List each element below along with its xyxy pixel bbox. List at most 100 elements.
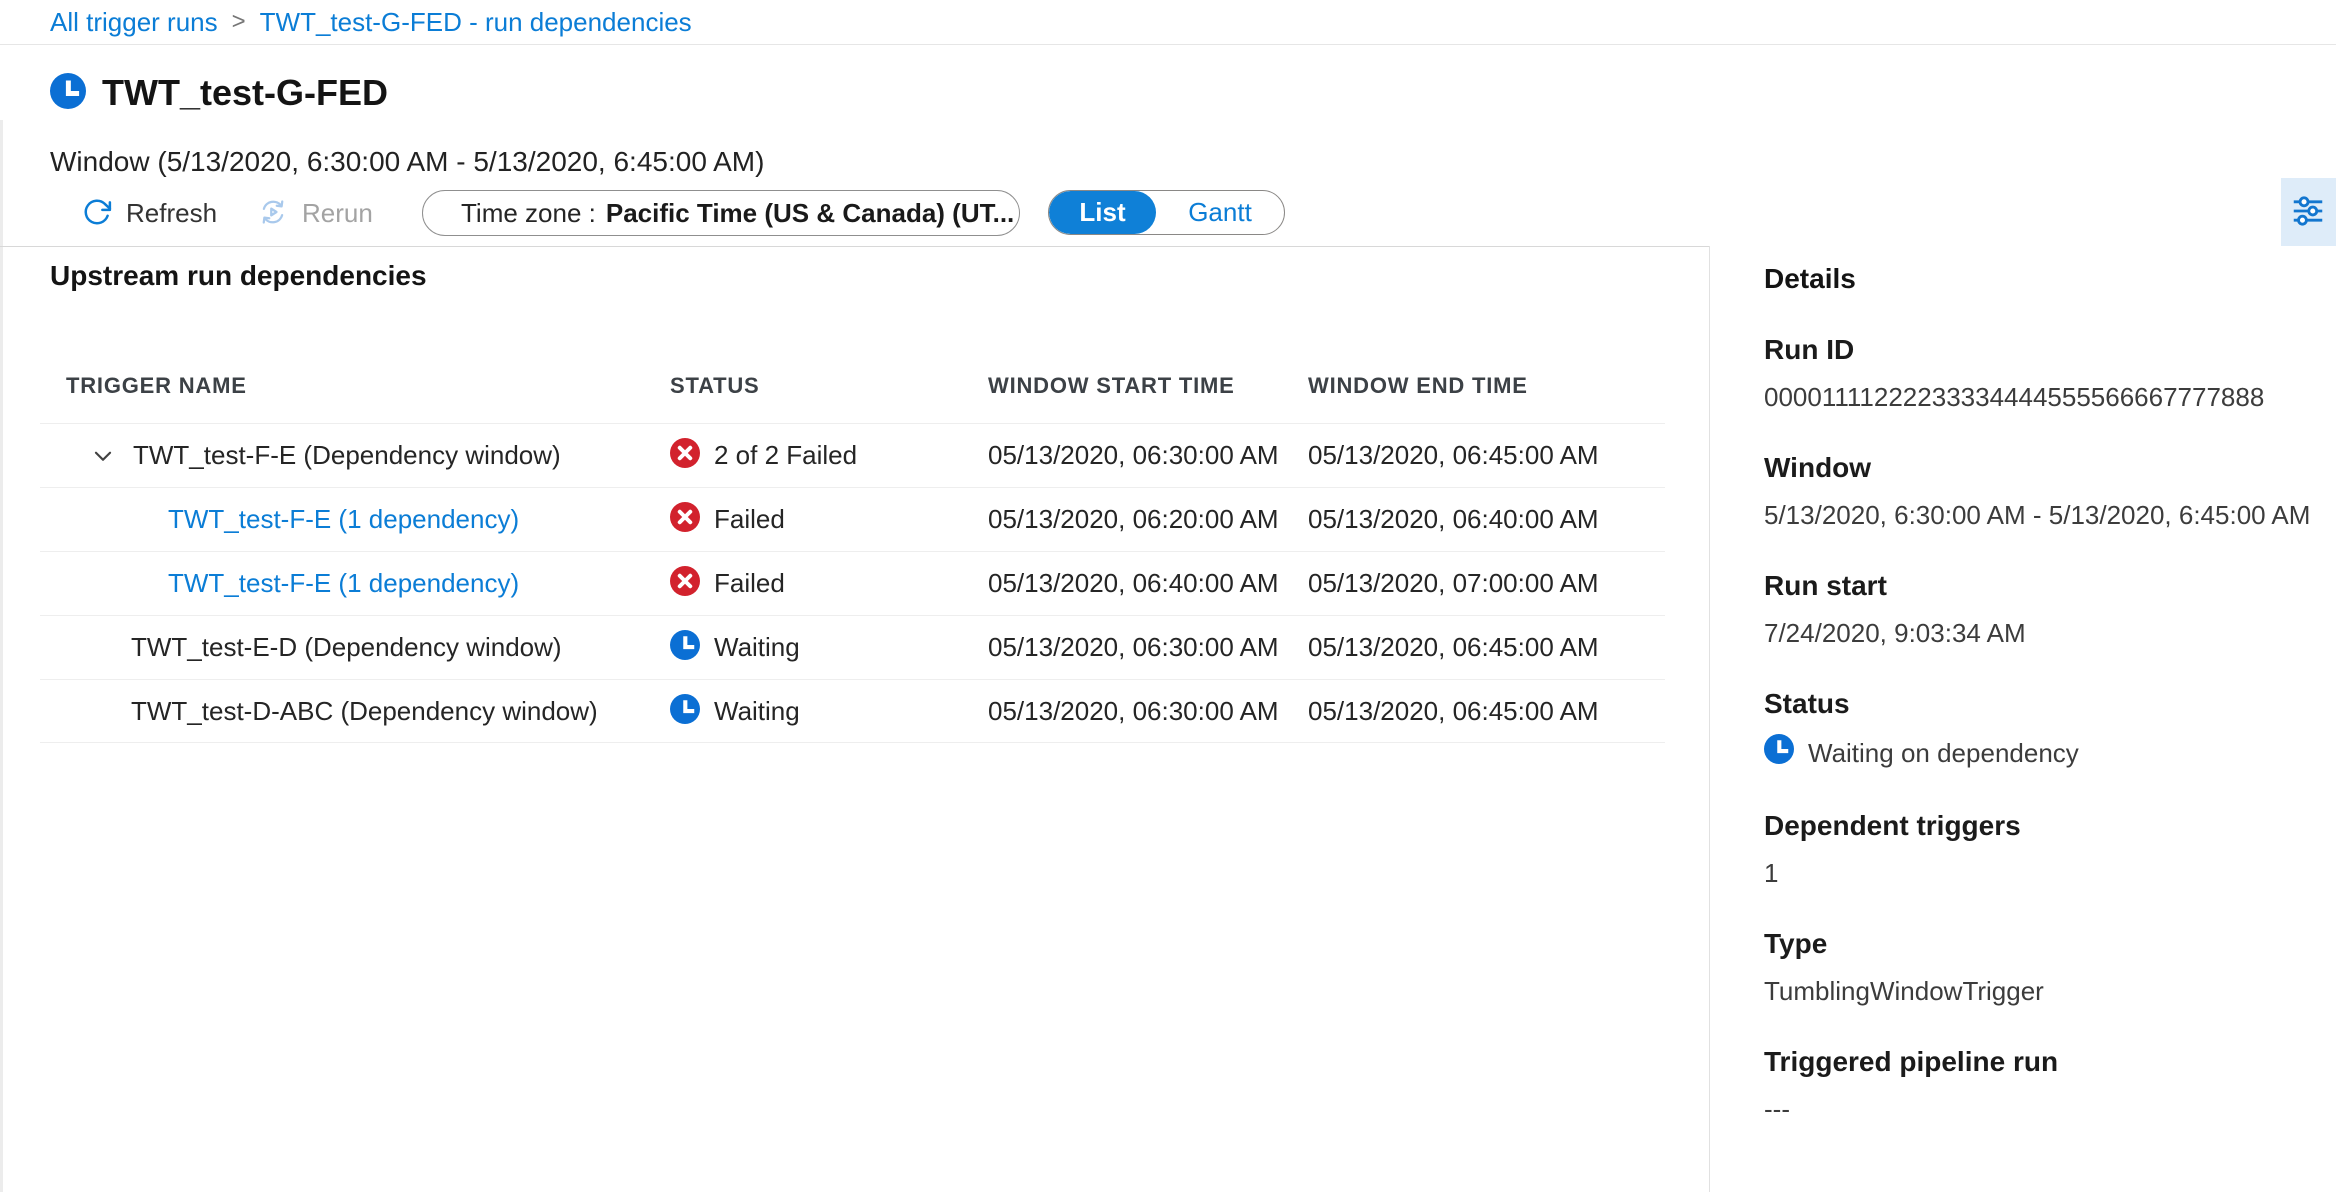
- status-waiting-icon: [1764, 734, 1794, 772]
- rerun-icon: [258, 197, 288, 230]
- trigger-name: TWT_test-F-E (Dependency window): [133, 440, 561, 470]
- rerun-button[interactable]: Rerun: [258, 190, 373, 236]
- details-heading: Details: [1764, 263, 1856, 294]
- details-field-label: Run start: [1764, 570, 1887, 601]
- details-field: Type TumblingWindowTrigger: [1764, 927, 2318, 1008]
- trigger-name-cell: TWT_test-F-E (1 dependency): [40, 568, 670, 599]
- window-start-time: 05/13/2020, 06:30:00 AM: [988, 632, 1279, 662]
- status-waiting-icon: [670, 693, 700, 729]
- breadcrumb-separator: >: [231, 8, 246, 35]
- details-field-value: ---: [1764, 1092, 2318, 1126]
- section-heading: Upstream run dependencies: [50, 260, 427, 291]
- panel-edge-divider: [0, 120, 3, 1192]
- details-field-text: 1: [1764, 858, 1779, 888]
- timezone-dropdown[interactable]: Time zone : Pacific Time (US & Canada) (…: [422, 190, 1020, 236]
- details-field: Dependent triggers 1: [1764, 809, 2318, 890]
- status-failed-icon: [670, 566, 700, 601]
- table-row: TWT_test-D-ABC (Dependency window) Waitin…: [40, 679, 1665, 743]
- column-settings-button[interactable]: [2281, 178, 2336, 246]
- window-start-time: 05/13/2020, 06:30:00 AM: [988, 440, 1279, 470]
- details-field-text: 7/24/2020, 9:03:34 AM: [1764, 618, 2026, 648]
- refresh-button[interactable]: Refresh: [82, 190, 217, 236]
- status-text: Failed: [714, 504, 785, 534]
- window-start-time: 05/13/2020, 06:20:00 AM: [988, 504, 1279, 534]
- timezone-value: Pacific Time (US & Canada) (UT...: [605, 197, 1015, 228]
- details-field-value: 00001111222233334444555566667777888: [1764, 380, 2318, 414]
- window-end-time: 05/13/2020, 06:45:00 AM: [1308, 440, 1599, 470]
- tumbling-window-clock-icon: [50, 72, 86, 114]
- window-end-time: 05/13/2020, 07:00:00 AM: [1308, 568, 1599, 598]
- details-field-label: Run ID: [1764, 334, 1855, 365]
- details-field-label: Status: [1764, 688, 1850, 719]
- page-header: TWT_test-G-FED: [50, 72, 388, 114]
- col-header-status: STATUS: [670, 372, 760, 398]
- status-cell: Waiting: [670, 630, 988, 665]
- trigger-name: TWT_test-D-ABC (Dependency window): [131, 695, 598, 726]
- details-field: Run ID 0000111122223333444455556666777788…: [1764, 333, 2318, 414]
- trigger-name-cell: TWT_test-E-D (Dependency window): [40, 632, 670, 663]
- details-field-label: Type: [1764, 928, 1828, 959]
- refresh-icon: [82, 197, 112, 230]
- trigger-name-link[interactable]: TWT_test-F-E (1 dependency): [168, 568, 519, 599]
- details-field-text: 00001111222233334444555566667777888: [1764, 382, 2265, 412]
- table-row: TWT_test-F-E (1 dependency) Failed 05/13/2…: [40, 487, 1665, 551]
- details-field-value: TumblingWindowTrigger: [1764, 974, 2318, 1008]
- status-text: Waiting: [714, 695, 800, 726]
- col-header-trigger-name: TRIGGER NAME: [66, 372, 247, 398]
- trigger-name-link[interactable]: TWT_test-F-E (1 dependency): [168, 504, 519, 535]
- details-field-label: Dependent triggers: [1764, 810, 2021, 841]
- status-cell: 2 of 2 Failed: [670, 438, 988, 473]
- trigger-name: TWT_test-E-D (Dependency window): [131, 632, 562, 662]
- trigger-name-cell: TWT_test-F-E (1 dependency): [40, 504, 670, 535]
- timezone-label: Time zone :: [461, 197, 596, 228]
- details-field-value: Waiting on dependency: [1764, 734, 2318, 772]
- trigger-name-cell: TWT_test-D-ABC (Dependency window): [40, 696, 670, 727]
- details-field-label: Triggered pipeline run: [1764, 1046, 2059, 1077]
- status-failed-icon: [670, 438, 700, 473]
- table-row: TWT_test-F-E (Dependency window) 2 of 2 F…: [40, 423, 1665, 487]
- status-text: 2 of 2 Failed: [714, 440, 858, 470]
- details-field: Run start 7/24/2020, 9:03:34 AM: [1764, 569, 2318, 650]
- sliders-icon: [2281, 192, 2327, 233]
- breadcrumb-current-page[interactable]: TWT_test-G-FED - run dependencies: [260, 7, 692, 38]
- details-field-value: 5/13/2020, 6:30:00 AM - 5/13/2020, 6:45:…: [1764, 498, 2318, 532]
- breadcrumb-all-trigger-runs[interactable]: All trigger runs: [50, 7, 218, 38]
- status-text: Failed: [714, 568, 785, 598]
- details-field-text: Waiting on dependency: [1808, 738, 2079, 768]
- details-panel: Details Run ID 00001111222233334444555566…: [1709, 246, 2336, 1192]
- details-field: Triggered pipeline run ---: [1764, 1045, 2318, 1126]
- details-field-value: 7/24/2020, 9:03:34 AM: [1764, 616, 2318, 650]
- dependencies-table: TRIGGER NAME STATUS WINDOW START TIME WI…: [40, 348, 1665, 743]
- breadcrumb: All trigger runs > TWT_test-G-FED - run …: [0, 0, 2336, 45]
- status-text: Waiting: [714, 632, 800, 662]
- page-title: TWT_test-G-FED: [102, 72, 388, 113]
- details-field-text: 5/13/2020, 6:30:00 AM - 5/13/2020, 6:45:…: [1764, 500, 2311, 530]
- window-end-time: 05/13/2020, 06:40:00 AM: [1308, 504, 1599, 534]
- details-field: Window 5/13/2020, 6:30:00 AM - 5/13/2020,…: [1764, 451, 2318, 532]
- status-cell: Failed: [670, 502, 988, 537]
- window-start-time: 05/13/2020, 06:40:00 AM: [988, 568, 1279, 598]
- window-end-time: 05/13/2020, 06:45:00 AM: [1308, 632, 1599, 662]
- window-end-time: 05/13/2020, 06:45:00 AM: [1308, 695, 1599, 726]
- col-header-window-end: WINDOW END TIME: [1308, 372, 1528, 398]
- table-header-row: TRIGGER NAME STATUS WINDOW START TIME WI…: [40, 348, 1665, 423]
- table-row: TWT_test-F-E (1 dependency) Failed 05/13/2…: [40, 551, 1665, 615]
- col-header-window-start: WINDOW START TIME: [988, 372, 1235, 398]
- list-view-button[interactable]: List: [1049, 191, 1156, 234]
- refresh-label: Refresh: [126, 197, 218, 228]
- table-row: TWT_test-E-D (Dependency window) Waiting 0…: [40, 615, 1665, 679]
- details-field-text: ---: [1764, 1094, 1790, 1124]
- status-cell: Failed: [670, 566, 988, 601]
- window-start-time: 05/13/2020, 06:30:00 AM: [988, 695, 1279, 726]
- details-field-text: TumblingWindowTrigger: [1764, 976, 2044, 1006]
- details-field-label: Window: [1764, 452, 1872, 483]
- expand-chevron-icon[interactable]: [90, 443, 116, 469]
- status-waiting-icon: [670, 630, 700, 665]
- window-range-label: Window (5/13/2020, 6:30:00 AM - 5/13/202…: [50, 146, 765, 177]
- view-toggle: List Gantt: [1048, 190, 1285, 235]
- gantt-view-button[interactable]: Gantt: [1156, 191, 1284, 234]
- status-failed-icon: [670, 502, 700, 537]
- trigger-name-cell: TWT_test-F-E (Dependency window): [40, 440, 670, 471]
- details-field: Status Waiting on dependency: [1764, 687, 2318, 772]
- details-field-value: 1: [1764, 856, 2318, 890]
